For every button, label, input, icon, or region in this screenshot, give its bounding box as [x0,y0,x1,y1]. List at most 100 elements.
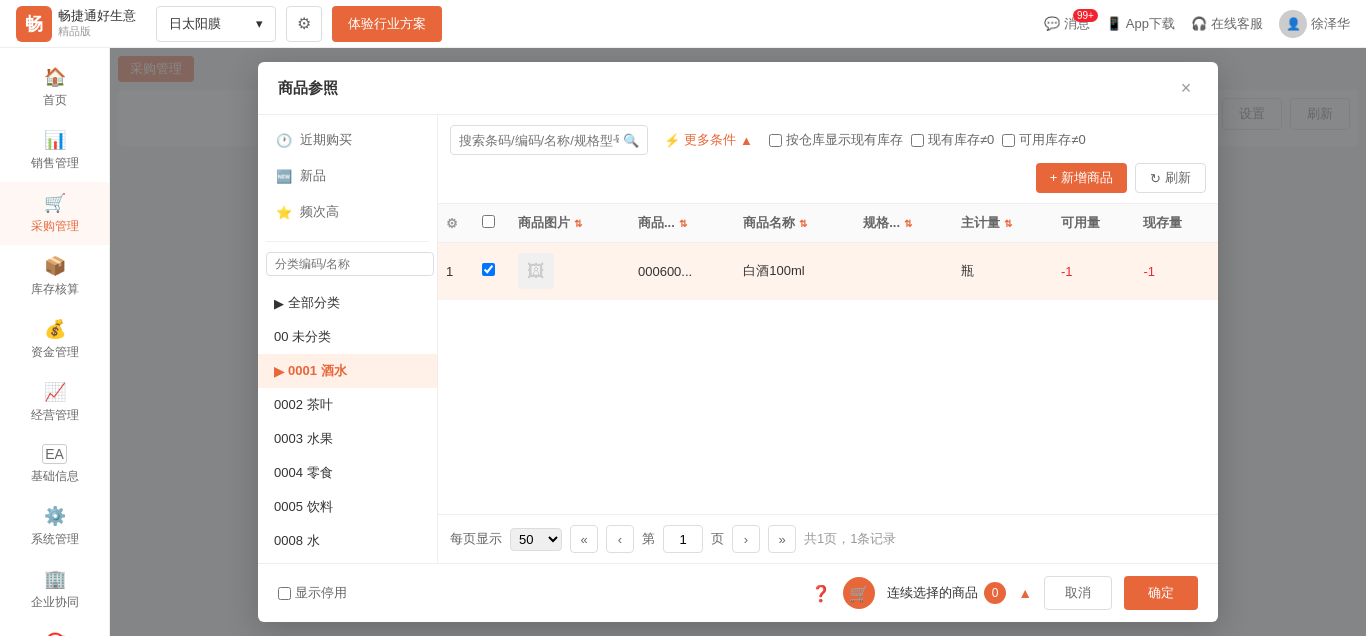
search-icon[interactable]: 🔍 [623,133,639,148]
sidebar-label-finance: 资金管理 [31,344,79,361]
last-page-btn[interactable]: » [768,525,796,553]
modal-footer: 显示停用 ❓ 🛒 连续选择的商品 0 ▲ 取消 确定 [258,563,1218,622]
show-disabled-input[interactable] [278,587,291,600]
col-image: 商品图片 ⇅ [510,204,630,243]
modal-header: 商品参照 × [258,62,1218,115]
sidebar-label-purchase: 采购管理 [31,218,79,235]
sort-unit-icon[interactable]: ⇅ [1004,218,1012,229]
collapse-arrow-icon[interactable]: ▲ [1018,585,1032,601]
cat-label-0004: 0004 零食 [274,464,333,482]
col-available-label: 可用量 [1061,215,1100,230]
per-page-select[interactable]: 50 20 100 200 [510,528,562,551]
row-unit-cell: 瓶 [953,243,1053,300]
logo: 畅 畅捷通好生意 精品版 [16,6,136,42]
sidebar-item-basic[interactable]: EA 基础信息 [0,434,109,495]
sidebar-item-enterprise[interactable]: 🏢 企业协同 [0,558,109,621]
checkbox-stock-nonzero[interactable]: 现有库存≠0 [911,131,994,149]
logo-icon: 畅 [16,6,52,42]
col-stock: 现存量 [1135,204,1218,243]
col-unit: 主计量 ⇅ [953,204,1053,243]
product-image: 🖼 [518,253,554,289]
page-number-input[interactable] [663,525,703,553]
refresh-button[interactable]: ↻ 刷新 [1135,163,1206,193]
page-suffix: 页 [711,530,724,548]
cancel-button[interactable]: 取消 [1044,576,1112,610]
cat-item-00[interactable]: 00 未分类 [258,320,437,354]
divider [266,241,429,242]
checkbox-warehouse[interactable]: 按仓库显示现有库存 [769,131,903,149]
table-header-row: ⚙ 商品图片 ⇅ [438,204,1218,243]
user-menu[interactable]: 👤 徐泽华 [1279,10,1350,38]
nav-right: 💬 消息 99+ 📱 App下载 🎧 在线客服 👤 徐泽华 [1044,10,1350,38]
category-list: ▶ 全部分类 00 未分类 ▶ 0001 酒水 0002 茶 [258,282,437,563]
sort-code-icon[interactable]: ⇅ [679,218,687,229]
row-checkbox[interactable] [482,263,495,276]
select-all-checkbox[interactable] [482,215,495,228]
filter-button[interactable]: ⚡ 更多条件 ▲ [656,125,761,155]
cat-item-0003[interactable]: 0003 水果 [258,422,437,456]
phone-icon: 📱 [1106,16,1122,31]
filter-arrow-icon: ▲ [740,133,753,148]
recent-purchase-btn[interactable]: 🕐 近期购买 [266,123,429,157]
col-name-label: 商品名称 [743,214,795,232]
sidebar-item-inventory[interactable]: 📦 库存核算 [0,245,109,308]
cat-item-0008[interactable]: 0008 水 [258,524,437,558]
cat-label-0002: 0002 茶叶 [274,396,333,414]
cat-item-0004[interactable]: 0004 零食 [258,456,437,490]
cat-label-0008: 0008 水 [274,532,320,550]
trial-button[interactable]: 体验行业方案 [332,6,442,42]
first-page-btn[interactable]: « [570,525,598,553]
frequent-icon: ⭐ [276,205,292,220]
new-product-btn[interactable]: 🆕 新品 [266,159,429,193]
sidebar-item-guide[interactable]: 🎯 新手引导 [0,621,109,636]
sidebar-item-business[interactable]: 📈 经营管理 [0,371,109,434]
notification-badge: 99+ [1073,9,1098,22]
checkbox-warehouse-input[interactable] [769,134,782,147]
checkbox-available-input[interactable] [1002,134,1015,147]
modal-close-button[interactable]: × [1174,76,1198,100]
next-page-btn[interactable]: › [732,525,760,553]
sidebar-item-sales[interactable]: 📊 销售管理 [0,119,109,182]
col-name: 商品名称 ⇅ [735,204,855,243]
purchase-icon: 🛒 [44,192,66,214]
cat-item-0001[interactable]: ▶ 0001 酒水 [258,354,437,388]
checkbox-stock-input[interactable] [911,134,924,147]
table-row[interactable]: 1 🖼 000600... 白酒100ml [438,243,1218,300]
cat-label-all: 全部分类 [288,294,340,312]
cat-item-0005[interactable]: 0005 饮料 [258,490,437,524]
recent-label: 近期购买 [300,131,352,149]
sidebar-item-purchase[interactable]: 🛒 采购管理 [0,182,109,245]
sort-name-icon[interactable]: ⇅ [799,218,807,229]
sidebar-item-home[interactable]: 🏠 首页 [0,56,109,119]
col-checkbox [474,204,510,243]
prev-page-btn[interactable]: ‹ [606,525,634,553]
nav-dropdown[interactable]: 日太阳膜 ▾ [156,6,276,42]
cat-item-0002[interactable]: 0002 茶叶 [258,388,437,422]
cart-icon[interactable]: 🛒 [843,577,875,609]
refresh-label: 刷新 [1165,169,1191,187]
settings-icon[interactable]: ⚙ [286,6,322,42]
enterprise-icon: 🏢 [44,568,66,590]
message-nav-item[interactable]: 💬 消息 99+ [1044,15,1090,33]
checkbox-available-nonzero[interactable]: 可用库存≠0 [1002,131,1085,149]
row-image-cell: 🖼 [510,243,630,300]
sidebar-item-finance[interactable]: 💰 资金管理 [0,308,109,371]
online-service-item[interactable]: 🎧 在线客服 [1191,15,1263,33]
app-download-item[interactable]: 📱 App下载 [1106,15,1175,33]
frequent-btn[interactable]: ⭐ 频次高 [266,195,429,229]
content-area: 采购管理 查询 设置 刷新 商品参照 × [110,48,1366,636]
confirm-button[interactable]: 确定 [1124,576,1198,610]
show-disabled-checkbox[interactable]: 显示停用 [278,584,347,602]
left-panel: 🕐 近期购买 🆕 新品 ⭐ 频次高 [258,115,438,563]
sort-spec-icon[interactable]: ⇅ [904,218,912,229]
add-product-button[interactable]: + 新增商品 [1036,163,1127,193]
sidebar-item-system[interactable]: ⚙️ 系统管理 [0,495,109,558]
help-icon[interactable]: ❓ [811,584,831,603]
table-settings-icon[interactable]: ⚙ [446,216,458,231]
search-input[interactable] [459,133,619,148]
category-search-input[interactable] [266,252,434,276]
sidebar-label-basic: 基础信息 [31,468,79,485]
cat-item-all[interactable]: ▶ 全部分类 [258,286,437,320]
product-reference-modal: 商品参照 × 🕐 近期购买 🆕 [258,62,1218,622]
sort-image-icon[interactable]: ⇅ [574,218,582,229]
